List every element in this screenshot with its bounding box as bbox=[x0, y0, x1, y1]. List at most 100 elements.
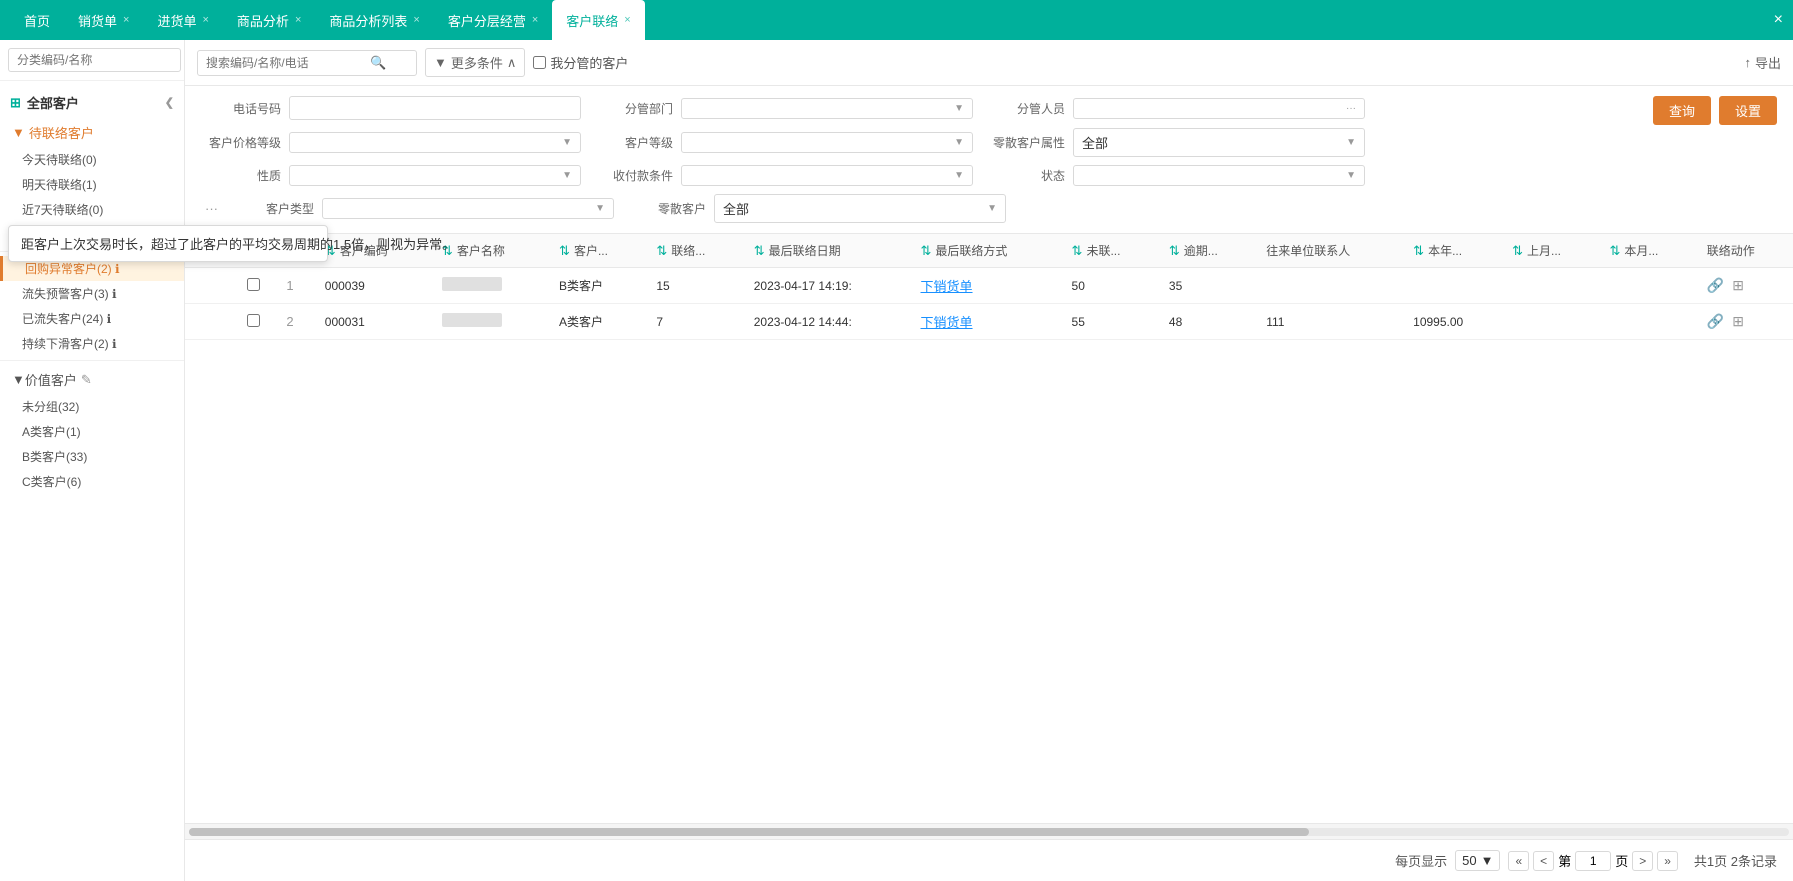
sidebar-item-tomorrow[interactable]: 明天待联络(1) bbox=[0, 172, 184, 197]
export-label: 导出 bbox=[1755, 53, 1781, 72]
nav-purchase-close[interactable]: × bbox=[202, 14, 208, 26]
nav-item-sales[interactable]: 销货单 × bbox=[64, 0, 143, 40]
cell-num-1: 1 bbox=[276, 268, 314, 304]
cell-contact-1: 15 bbox=[646, 268, 743, 304]
sidebar-item-churn-warning[interactable]: 流失预警客户(3) ℹ bbox=[0, 281, 184, 306]
filter-nature-select[interactable]: ▼ bbox=[289, 165, 581, 186]
query-button[interactable]: 查询 bbox=[1653, 96, 1711, 125]
sidebar-search-input[interactable] bbox=[8, 48, 181, 72]
sort-last-date-icon: ⇅ bbox=[754, 243, 765, 258]
export-button[interactable]: ↑ 导出 bbox=[1744, 53, 1781, 72]
window-close-button[interactable]: × bbox=[1774, 11, 1783, 29]
settings-button[interactable]: 设置 bbox=[1719, 96, 1777, 125]
page-input[interactable] bbox=[1575, 851, 1611, 871]
my-customers-checkbox[interactable] bbox=[533, 56, 546, 69]
sidebar-item-ungrouped[interactable]: 未分组(32) bbox=[0, 394, 184, 419]
nav-item-purchase[interactable]: 进货单 × bbox=[143, 0, 222, 40]
nav-sales-close[interactable]: × bbox=[123, 14, 129, 26]
cell-contacts-1 bbox=[1256, 268, 1403, 304]
sidebar-item-7days[interactable]: 近7天待联络(0) bbox=[0, 197, 184, 222]
nav-item-customer-contact[interactable]: 客户联络 × bbox=[552, 0, 644, 40]
filter-phone-label: 电话号码 bbox=[201, 100, 281, 117]
scroll-track[interactable] bbox=[189, 828, 1789, 836]
customer-type-dropdown-icon: ▼ bbox=[595, 203, 605, 214]
sidebar-item-declining[interactable]: 持续下滑客户(2) ℹ bbox=[0, 331, 184, 356]
cell-action-2: 🔗 ⊞ bbox=[1697, 304, 1793, 340]
per-page-value: 50 bbox=[1462, 853, 1476, 868]
my-customers-filter[interactable]: 我分管的客户 bbox=[533, 53, 628, 72]
more-filters-button[interactable]: ▼ 更多条件 ∧ bbox=[425, 48, 525, 77]
sidebar-pending-title[interactable]: ▼ 待联络客户 bbox=[0, 118, 184, 147]
sort-this-month-icon: ⇅ bbox=[1609, 243, 1620, 258]
filter-customer-type-select[interactable]: ▼ bbox=[322, 198, 614, 219]
filter-customer-type-label: 客户类型 bbox=[234, 200, 314, 217]
row1-link-icon[interactable]: 🔗 bbox=[1707, 277, 1724, 294]
filter-phone-input[interactable] bbox=[289, 96, 581, 120]
nav-analysis-close[interactable]: × bbox=[295, 14, 301, 26]
cell-last-date-1: 2023-04-17 14:19: bbox=[744, 268, 911, 304]
row2-checkbox[interactable] bbox=[247, 314, 260, 327]
pagination: 每页显示 50 ▼ « < 第 页 > » 共1页 2条记录 bbox=[185, 839, 1793, 881]
more-dots-button[interactable]: ··· bbox=[201, 201, 222, 216]
sidebar-item-churned[interactable]: 已流失客户(24) ℹ bbox=[0, 306, 184, 331]
filter-customer-grade-select[interactable]: ▼ bbox=[681, 132, 973, 153]
per-page-dropdown-icon: ▼ bbox=[1481, 853, 1494, 868]
top-navigation: 首页 销货单 × 进货单 × 商品分析 × 商品分析列表 × 客户分层经营 × … bbox=[0, 0, 1793, 40]
filter-dept-label: 分管部门 bbox=[593, 100, 673, 117]
nav-customer-segment-close[interactable]: × bbox=[532, 14, 538, 26]
nav-home-label: 首页 bbox=[24, 11, 50, 30]
row1-grid-icon[interactable]: ⊞ bbox=[1732, 277, 1744, 294]
sidebar-item-class-b[interactable]: B类客户(33) bbox=[0, 444, 184, 469]
scroll-thumb[interactable] bbox=[189, 828, 1309, 836]
sidebar-item-class-c[interactable]: C类客户(6) bbox=[0, 469, 184, 494]
filter-status-label: 状态 bbox=[985, 167, 1065, 184]
cell-last-month-1 bbox=[1502, 268, 1599, 304]
sidebar-item-class-a[interactable]: A类客户(1) bbox=[0, 419, 184, 444]
prev-page-button[interactable]: < bbox=[1533, 851, 1554, 871]
main-search-icon[interactable]: 🔍 bbox=[370, 55, 386, 71]
nav-item-home[interactable]: 首页 bbox=[10, 0, 64, 40]
sidebar-value-group: ▼ 价值客户 ✎ 未分组(32) A类客户(1) B类客户(33) C类客户(6… bbox=[0, 365, 184, 494]
next-page-button[interactable]: > bbox=[1632, 851, 1653, 871]
value-arrow-icon: ▼ bbox=[12, 372, 25, 387]
nav-customer-contact-close[interactable]: × bbox=[624, 14, 630, 26]
filter-manager-select[interactable]: ··· bbox=[1073, 98, 1365, 119]
row2-grid-icon[interactable]: ⊞ bbox=[1732, 313, 1744, 330]
sort-last-month-icon: ⇅ bbox=[1512, 243, 1523, 258]
sidebar-all-customers[interactable]: ⊞ 全部客户 ❮ bbox=[0, 87, 184, 118]
filter-price-grade-select[interactable]: ▼ bbox=[289, 132, 581, 153]
filter-payment-select[interactable]: ▼ bbox=[681, 165, 973, 186]
filter-retail-customer-select[interactable]: 全部 ▼ bbox=[714, 194, 1006, 223]
main-search-input[interactable] bbox=[206, 56, 366, 70]
sidebar-item-today[interactable]: 今天待联络(0) bbox=[0, 147, 184, 172]
horizontal-scrollbar[interactable] bbox=[185, 823, 1793, 839]
nav-item-analysis[interactable]: 商品分析 × bbox=[223, 0, 315, 40]
first-page-button[interactable]: « bbox=[1508, 851, 1529, 871]
row1-last-method-link[interactable]: 下销货单 bbox=[921, 279, 973, 294]
page-navigation: « < 第 页 > » bbox=[1508, 851, 1677, 871]
nav-analysis-list-close[interactable]: × bbox=[413, 14, 419, 26]
price-grade-dropdown-icon: ▼ bbox=[562, 137, 572, 148]
nav-item-analysis-list[interactable]: 商品分析列表 × bbox=[315, 0, 433, 40]
export-icon: ↑ bbox=[1744, 55, 1751, 70]
last-page-button[interactable]: » bbox=[1657, 851, 1678, 871]
table-body: 1 000039 B类客户 15 2023-04-17 14:19: 下销货单 … bbox=[185, 268, 1793, 340]
cell-last-date-2: 2023-04-12 14:44: bbox=[744, 304, 911, 340]
sidebar-value-title[interactable]: ▼ 价值客户 ✎ bbox=[0, 365, 184, 394]
value-edit-icon[interactable]: ✎ bbox=[81, 372, 92, 388]
row1-checkbox[interactable] bbox=[247, 278, 260, 291]
col-this-year: ⇅本年... bbox=[1403, 234, 1502, 268]
nav-item-customer-segment[interactable]: 客户分层经营 × bbox=[434, 0, 552, 40]
filter-retail-customer-label: 零散客户 bbox=[626, 200, 706, 217]
cell-unread-2: 55 bbox=[1062, 304, 1159, 340]
filter-retail-attr-select[interactable]: 全部 ▼ bbox=[1073, 128, 1365, 157]
filter-dept-select[interactable]: ▼ bbox=[681, 98, 973, 119]
filter-status-select[interactable]: ▼ bbox=[1073, 165, 1365, 186]
row2-last-method-link[interactable]: 下销货单 bbox=[921, 315, 973, 330]
filter-customer-grade-label: 客户等级 bbox=[593, 134, 673, 151]
row2-link-icon[interactable]: 🔗 bbox=[1707, 313, 1724, 330]
filter-price-grade: 客户价格等级 ▼ bbox=[201, 132, 581, 153]
per-page-select[interactable]: 50 ▼ bbox=[1455, 850, 1500, 871]
main-layout: 🔍 ⊞ 全部客户 ❮ ▼ 待联络客户 今天待联络(0) 明天待联络(1) 近7天… bbox=[0, 40, 1793, 881]
sidebar-collapse-icon[interactable]: ❮ bbox=[165, 96, 174, 109]
